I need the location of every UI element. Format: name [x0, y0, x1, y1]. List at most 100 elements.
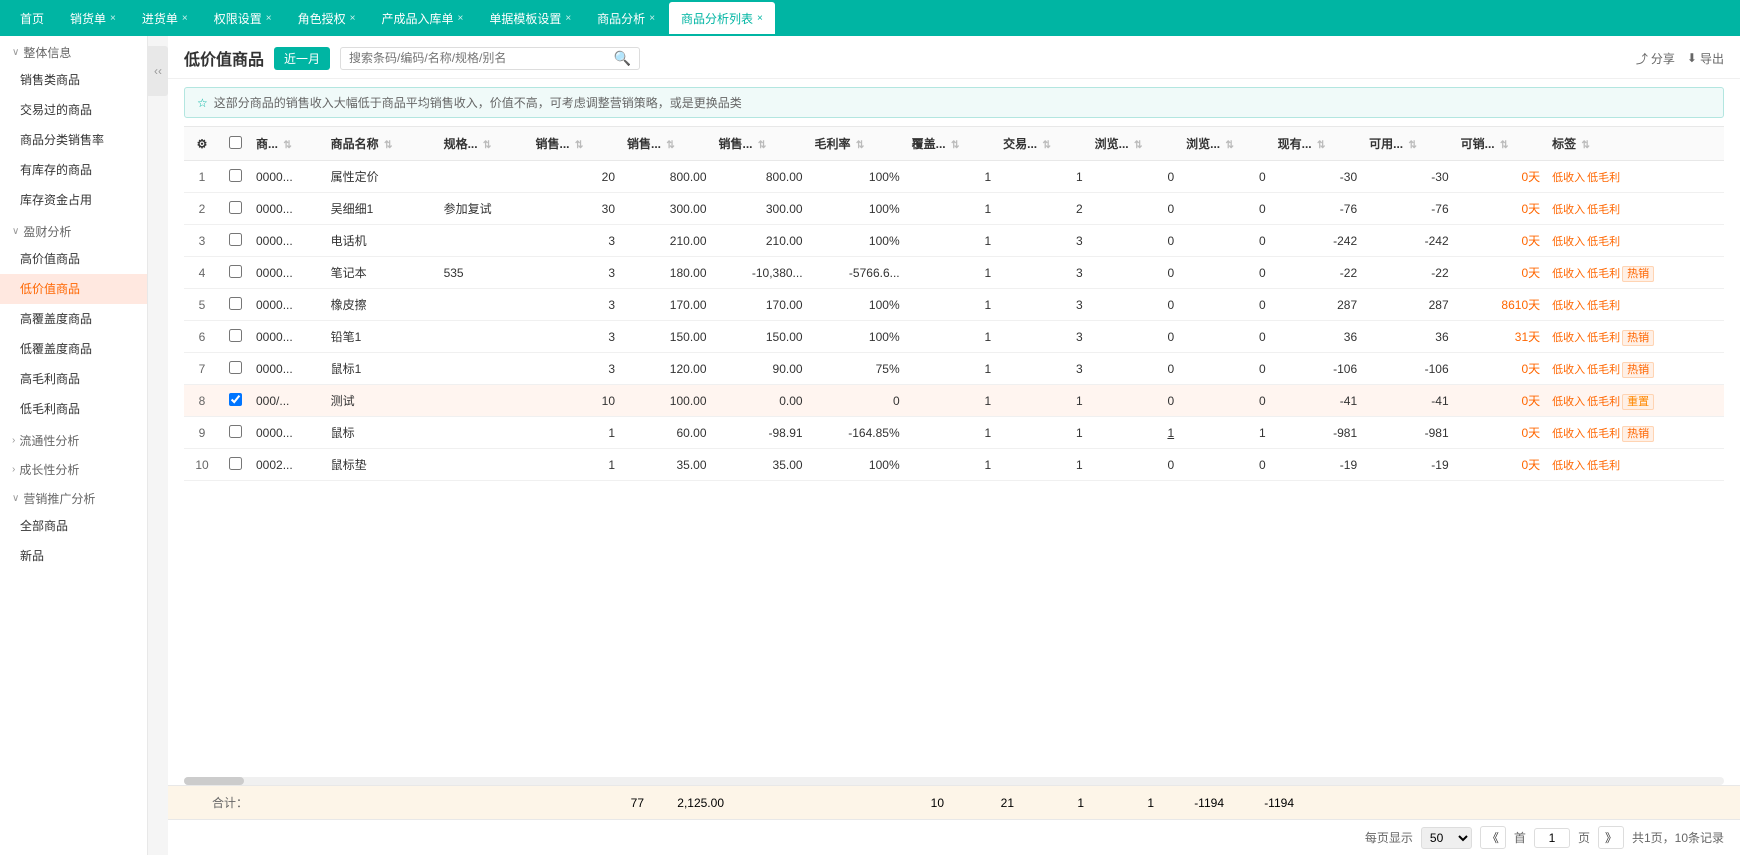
row-price1: 180.00	[621, 257, 713, 289]
col-view2-header[interactable]: 浏览... ⇅	[1180, 127, 1272, 161]
row-stock1: 287	[1272, 289, 1364, 321]
sidebar-item-traded-goods[interactable]: 交易过的商品	[0, 95, 147, 125]
col-qty-header[interactable]: 销售... ⇅	[530, 127, 622, 161]
row-name: 吴细细1	[325, 193, 438, 225]
row-view2: 0	[1180, 385, 1272, 417]
row-name: 鼠标1	[325, 353, 438, 385]
sidebar-item-high-coverage[interactable]: 高覆盖度商品	[0, 304, 147, 334]
row-stock2: -981	[1363, 417, 1455, 449]
nav-product-analysis[interactable]: 商品分析 ×	[585, 2, 667, 34]
sidebar-item-new-goods[interactable]: 新品	[0, 541, 147, 571]
summary-price: 2,125.00	[650, 796, 730, 810]
export-button[interactable]: ⬇ 导出	[1687, 50, 1724, 67]
row-checkbox[interactable]	[229, 425, 242, 438]
nav-home[interactable]: 首页	[8, 2, 56, 34]
tag-label: 低毛利	[1587, 396, 1620, 408]
col-name-header[interactable]: 商品名称 ⇅	[325, 127, 438, 161]
sidebar-item-category-rate[interactable]: 商品分类销售率	[0, 125, 147, 155]
col-code-header[interactable]: 商... ⇅	[250, 127, 325, 161]
tag-label: 低收入	[1552, 300, 1585, 312]
sidebar-section-overall[interactable]: ∨ 整体信息	[0, 36, 147, 65]
row-checkbox[interactable]	[229, 169, 242, 182]
sidebar-item-high-value[interactable]: 高价值商品	[0, 244, 147, 274]
col-trade-header[interactable]: 交易... ⇅	[997, 127, 1089, 161]
horizontal-scrollbar[interactable]	[184, 777, 1724, 785]
sidebar-item-stock-goods[interactable]: 有库存的商品	[0, 155, 147, 185]
select-all-checkbox[interactable]	[229, 136, 242, 149]
nav-purchase-order[interactable]: 进货单 ×	[130, 2, 200, 34]
col-view1-header[interactable]: 浏览... ⇅	[1089, 127, 1181, 161]
close-icon[interactable]: ×	[457, 13, 463, 24]
sidebar-item-low-margin[interactable]: 低毛利商品	[0, 394, 147, 424]
col-margin-header[interactable]: 毛利率 ⇅	[809, 127, 906, 161]
row-checkbox[interactable]	[229, 329, 242, 342]
scrollbar-thumb[interactable]	[184, 777, 244, 785]
col-price2-header[interactable]: 销售... ⇅	[713, 127, 809, 161]
tag-badge: 重置	[1622, 394, 1654, 410]
sidebar-item-low-coverage[interactable]: 低覆盖度商品	[0, 334, 147, 364]
row-code: 0000...	[250, 161, 325, 193]
export-icon: ⬇	[1687, 51, 1697, 65]
col-stock3-header[interactable]: 可销... ⇅	[1455, 127, 1547, 161]
close-icon[interactable]: ×	[565, 13, 571, 24]
sidebar-collapse-button[interactable]: ‹‹	[148, 46, 168, 96]
col-tag-header[interactable]: 标签 ⇅	[1546, 127, 1724, 161]
search-input[interactable]	[349, 51, 610, 65]
col-settings[interactable]: ⚙	[184, 127, 220, 161]
table-row: 10 0002... 鼠标垫 1 35.00 35.00 100% 1 1 0 …	[184, 449, 1724, 481]
row-checkbox[interactable]	[229, 457, 242, 470]
close-icon[interactable]: ×	[182, 13, 188, 24]
first-page-button[interactable]: 《	[1480, 826, 1506, 849]
row-trade: 1	[997, 161, 1089, 193]
next-page-button[interactable]: 》	[1598, 826, 1624, 849]
row-stock2: -242	[1363, 225, 1455, 257]
row-name: 鼠标垫	[325, 449, 438, 481]
sidebar-section-marketing[interactable]: ∨ 营销推广分析	[0, 482, 147, 511]
row-num: 10	[184, 449, 220, 481]
close-icon[interactable]: ×	[757, 13, 763, 24]
close-icon[interactable]: ×	[110, 13, 116, 24]
close-icon[interactable]: ×	[649, 13, 655, 24]
nav-product-entry[interactable]: 产成品入库单 ×	[369, 2, 475, 34]
close-icon[interactable]: ×	[266, 13, 272, 24]
col-checkbox-header[interactable]	[220, 127, 250, 161]
sidebar-item-low-value[interactable]: 低价值商品	[0, 274, 147, 304]
row-checkbox[interactable]	[229, 393, 242, 406]
col-spec-header[interactable]: 规格... ⇅	[438, 127, 530, 161]
sidebar-item-high-margin[interactable]: 高毛利商品	[0, 364, 147, 394]
nav-sales-order[interactable]: 销货单 ×	[58, 2, 128, 34]
row-view1: 0	[1089, 385, 1181, 417]
table-row: 6 0000... 铅笔1 3 150.00 150.00 100% 1 3 0…	[184, 321, 1724, 353]
col-price1-header[interactable]: 销售... ⇅	[621, 127, 713, 161]
view-link[interactable]: 1	[1167, 426, 1174, 440]
row-view2: 0	[1180, 449, 1272, 481]
nav-template-settings[interactable]: 单据模板设置 ×	[477, 2, 583, 34]
nav-role-auth[interactable]: 角色授权 ×	[286, 2, 368, 34]
sidebar-item-stock-fund[interactable]: 库存资金占用	[0, 185, 147, 215]
table-header-row: ⚙ 商... ⇅ 商品名称 ⇅ 规格... ⇅ 销售... ⇅ 销售... ⇅ …	[184, 127, 1724, 161]
row-checkbox[interactable]	[229, 297, 242, 310]
nav-product-analysis-list[interactable]: 商品分析列表 ×	[669, 2, 775, 34]
sidebar-item-all-goods[interactable]: 全部商品	[0, 511, 147, 541]
col-cover-header[interactable]: 覆盖... ⇅	[906, 127, 998, 161]
chevron-right-icon: ›	[12, 435, 15, 446]
close-icon[interactable]: ×	[350, 13, 356, 24]
col-stock2-header[interactable]: 可用... ⇅	[1363, 127, 1455, 161]
sidebar-section-profit[interactable]: ∨ 盈财分析	[0, 215, 147, 244]
share-button[interactable]: ⤴ 分享	[1636, 50, 1675, 67]
row-code: 000/...	[250, 385, 325, 417]
sidebar-section-growth[interactable]: › 成长性分析	[0, 453, 147, 482]
row-checkbox[interactable]	[229, 201, 242, 214]
tag-label: 低毛利	[1587, 268, 1620, 280]
time-filter-button[interactable]: 近一月	[274, 47, 330, 70]
current-page-input[interactable]	[1534, 828, 1570, 848]
nav-permissions[interactable]: 权限设置 ×	[202, 2, 284, 34]
view-value: 0	[1167, 458, 1174, 472]
row-checkbox[interactable]	[229, 361, 242, 374]
row-checkbox[interactable]	[229, 265, 242, 278]
sidebar-item-sales-goods[interactable]: 销售类商品	[0, 65, 147, 95]
col-stock1-header[interactable]: 现有... ⇅	[1272, 127, 1364, 161]
sidebar-section-liquidity[interactable]: › 流通性分析	[0, 424, 147, 453]
row-checkbox[interactable]	[229, 233, 242, 246]
page-size-select[interactable]: 50 100 200	[1421, 827, 1472, 849]
